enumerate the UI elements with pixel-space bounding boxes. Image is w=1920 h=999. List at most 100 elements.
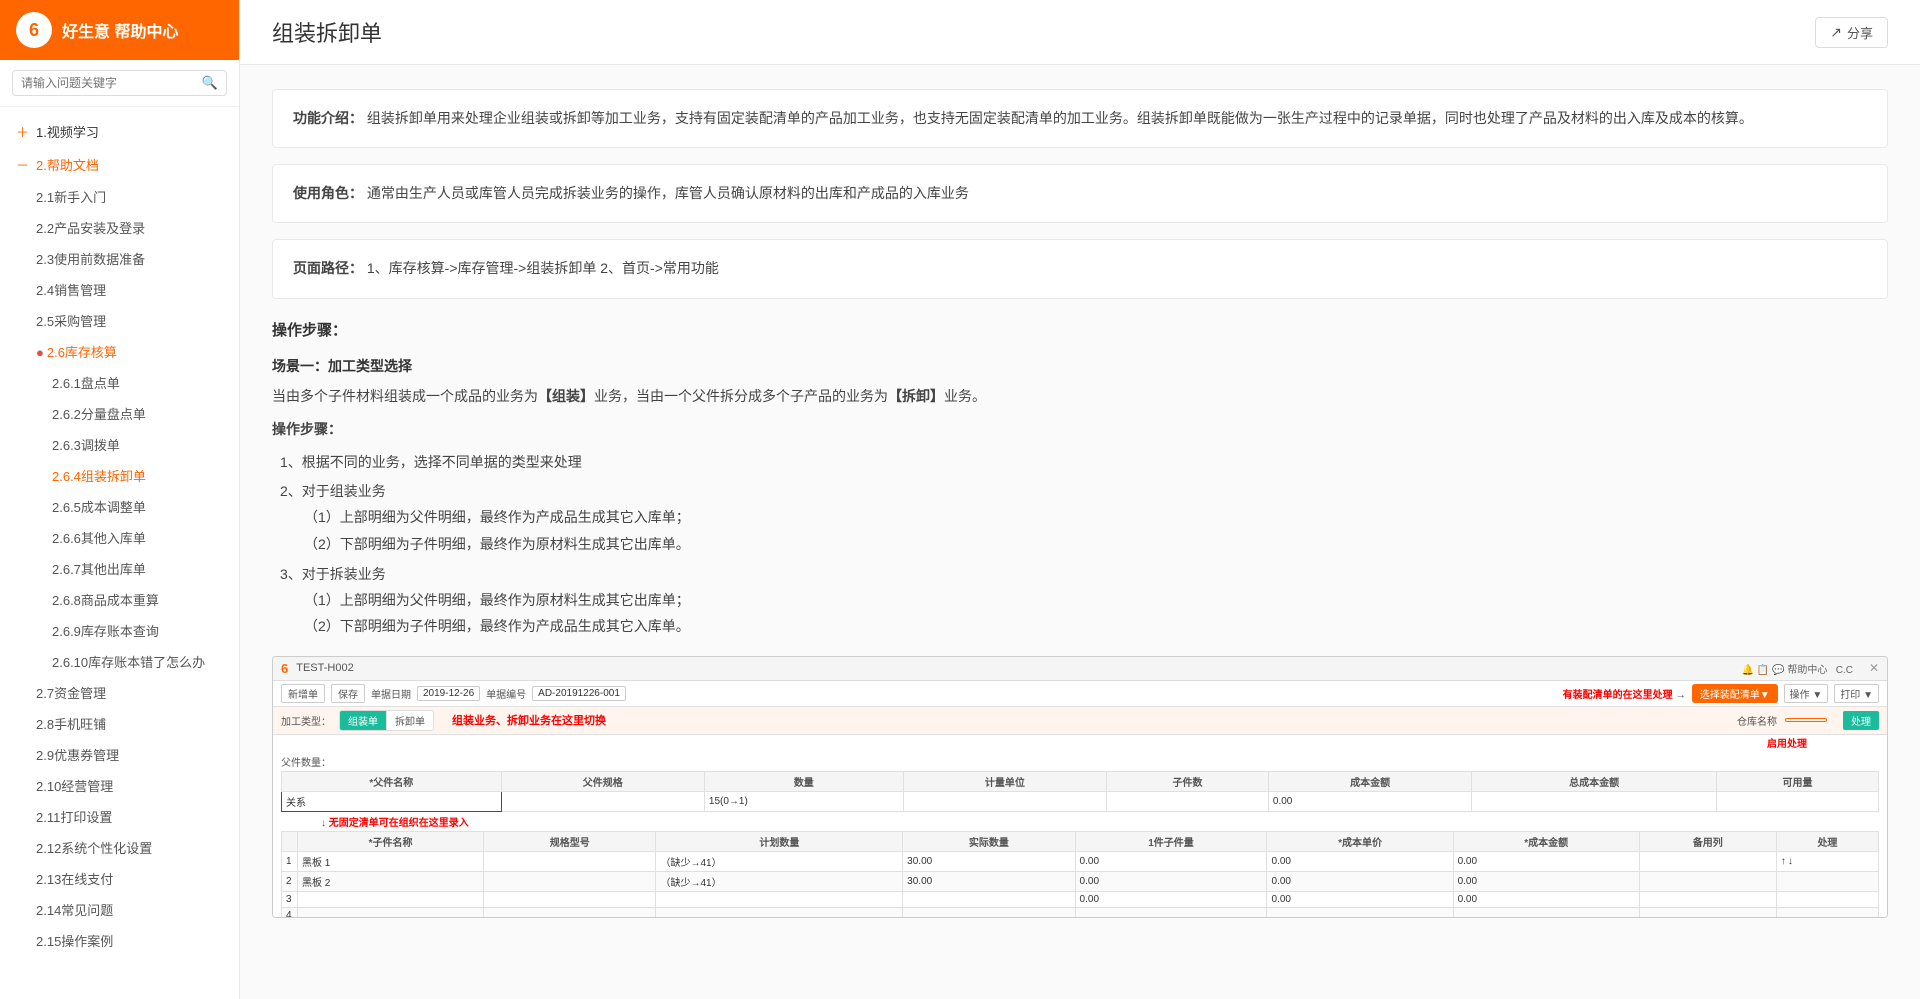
collapse-icon: －: [16, 155, 30, 174]
sidebar-item-2-6-5[interactable]: 2.6.5成本调整单: [0, 491, 239, 522]
sidebar-item-2-2[interactable]: 2.2产品安装及登录: [0, 212, 239, 243]
sidebar-item-2-14[interactable]: 2.14常见问题: [0, 894, 239, 925]
mock-lower-row-3: 30.000.000.00: [282, 891, 1879, 907]
sidebar-item-2-6[interactable]: ●2.6库存核算: [0, 336, 239, 367]
sidebar-item-2-1[interactable]: 2.1新手入门: [0, 181, 239, 212]
mock-titlebar-icons: 🔔 📋 💬 帮助中心 C.C: [1742, 661, 1853, 676]
mock-th-check: [282, 831, 298, 851]
mock-th2-6: *成本单价: [1267, 831, 1453, 851]
search-icon[interactable]: 🔍: [202, 75, 218, 91]
path-label: 页面路径：: [293, 260, 363, 276]
sidebar-item-2-6-6[interactable]: 2.6.6其他入库单: [0, 522, 239, 553]
screenshot-container: 6 TEST-H002 🔔 📋 💬 帮助中心 C.C ✕ 新增单 保存 单据日期…: [272, 656, 1888, 918]
mock-select-btn[interactable]: 选择装配清单▼: [1692, 684, 1778, 703]
sidebar-item-2-4[interactable]: 2.4销售管理: [0, 274, 239, 305]
mock-th2-2: 规格型号: [484, 831, 656, 851]
search-input-wrap[interactable]: 🔍: [12, 70, 227, 96]
mock-type-assemble[interactable]: 组装单: [340, 711, 386, 730]
mock-app-logo: 6: [281, 661, 288, 676]
sidebar-header: 6 好生意 帮助中心: [0, 0, 239, 60]
mock-type-switcher: 组装单 拆卸单: [339, 710, 434, 731]
scene1-steps-label: 操作步骤：: [272, 417, 1888, 442]
mock-no-label: 单据编号: [486, 686, 526, 701]
mock-close-icon: ✕: [1869, 661, 1879, 675]
mock-th-8: 可用量: [1717, 771, 1879, 791]
sidebar-item-2-3[interactable]: 2.3使用前数据准备: [0, 243, 239, 274]
mock-app-window: 6 TEST-H002 🔔 📋 💬 帮助中心 C.C ✕ 新增单 保存 单据日期…: [273, 657, 1887, 917]
mock-th2-7: *成本金额: [1453, 831, 1639, 851]
sidebar-item-label: 2.帮助文档: [36, 155, 99, 174]
role-text: 通常由生产人员或库管人员完成拆装业务的操作，库管人员确认原材料的出库和产成品的入…: [367, 185, 969, 201]
mock-upper-table: *父件名称 父件规格 数量 计量单位 子件数 成本金额 总成本金额 可用量: [281, 771, 1879, 812]
mock-titlebar: 6 TEST-H002 🔔 📋 💬 帮助中心 C.C ✕: [273, 657, 1887, 681]
sidebar-item-label: 1.视频学习: [36, 122, 99, 141]
sidebar-item-2-10[interactable]: 2.10经营管理: [0, 770, 239, 801]
mock-th-4: 计量单位: [903, 771, 1106, 791]
search-input[interactable]: [21, 76, 202, 90]
func-intro-text: 组装拆卸单用来处理企业组装或拆卸等加工业务，支持有固定装配清单的产品加工业务，也…: [367, 110, 1753, 126]
sidebar-item-2-6-9[interactable]: 2.6.9库存账本查询: [0, 615, 239, 646]
sidebar-item-2-6-8[interactable]: 2.6.8商品成本重算: [0, 584, 239, 615]
mock-print-btn[interactable]: 打印 ▼: [1834, 684, 1879, 703]
share-button[interactable]: ↗ 分享: [1815, 17, 1888, 48]
step2-text: 2、对于组装业务: [280, 479, 1888, 504]
mock-process-btn[interactable]: 处理: [1843, 711, 1879, 730]
sidebar-item-2-6-4[interactable]: 2.6.4组装拆卸单: [0, 460, 239, 491]
sidebar-item-2-7[interactable]: 2.7资金管理: [0, 677, 239, 708]
app-logo-text: 好生意 帮助中心: [62, 18, 178, 42]
mock-td-qty: 15(0→1): [704, 791, 903, 811]
mock-op-btn[interactable]: 操作 ▼: [1784, 684, 1829, 703]
sidebar-item-docs[interactable]: － 2.帮助文档: [0, 148, 239, 181]
scene1-step1: 1、根据不同的业务，选择不同单据的类型来处理 2、对于组装业务 （1）上部明细为…: [280, 450, 1888, 640]
sidebar-item-video[interactable]: ＋ 1.视频学习: [0, 115, 239, 148]
mock-td-subs: [1107, 791, 1269, 811]
mock-type-label: 加工类型：: [281, 713, 331, 728]
mock-th-7: 总成本金额: [1472, 771, 1717, 791]
sidebar-item-2-6-1[interactable]: 2.6.1盘点单: [0, 367, 239, 398]
mock-th2-1: *子件名称: [298, 831, 484, 851]
mock-td-spec: [501, 791, 704, 811]
screenshot-image: 6 TEST-H002 🔔 📋 💬 帮助中心 C.C ✕ 新增单 保存 单据日期…: [273, 657, 1887, 917]
page-title: 组装拆卸单: [272, 16, 382, 48]
share-icon: ↗: [1830, 24, 1842, 41]
scene1-desc: 当由多个子件材料组装成一个成品的业务为【组装】业务，当由一个父件拆分成多个子产品…: [272, 384, 1888, 409]
path-text: 1、库存核算->库存管理->组装拆卸单 2、首页->常用功能: [367, 260, 719, 276]
mock-th-3: 数量: [704, 771, 903, 791]
mock-warehouse-label: 仓库名称: [1737, 713, 1777, 728]
func-intro-block: 功能介绍： 组装拆卸单用来处理企业组装或拆卸等加工业务，支持有固定装配清单的产品…: [272, 89, 1888, 148]
mock-table-row: 关系 15(0→1) 0.00: [282, 791, 1879, 811]
sidebar-item-2-11[interactable]: 2.11打印设置: [0, 801, 239, 832]
mock-warehouse-input[interactable]: [1785, 718, 1827, 722]
mock-titlebar-id: TEST-H002: [296, 662, 353, 674]
sidebar-item-2-12[interactable]: 2.12系统个性化设置: [0, 832, 239, 863]
mock-annotation1-arrow: →: [1676, 690, 1686, 701]
mock-th2-3: 计划数量: [656, 831, 903, 851]
sidebar-item-2-6-7[interactable]: 2.6.7其他出库单: [0, 553, 239, 584]
role-block: 使用角色： 通常由生产人员或库管人员完成拆装业务的操作，库管人员确认原材料的出库…: [272, 164, 1888, 223]
step3-sub1: （1）上部明细为父件明细，最终作为原材料生成其它出库单；: [304, 587, 1888, 614]
sidebar-item-2-15[interactable]: 2.15操作案例: [0, 925, 239, 956]
mock-td-total: [1472, 791, 1717, 811]
sidebar-item-2-13[interactable]: 2.13在线支付: [0, 863, 239, 894]
sidebar-item-2-9[interactable]: 2.9优惠券管理: [0, 739, 239, 770]
sidebar-item-2-6-2[interactable]: 2.6.2分量盘点单: [0, 398, 239, 429]
step2-sub1: （1）上部明细为父件明细，最终作为产成品生成其它入库单；: [304, 504, 1888, 531]
sidebar-item-2-5[interactable]: 2.5采购管理: [0, 305, 239, 336]
mock-th2-4: 实际数量: [903, 831, 1075, 851]
nav-tree: ＋ 1.视频学习 － 2.帮助文档 2.1新手入门 2.2产品安装及登录 2.3…: [0, 107, 239, 999]
mock-td-avail: [1717, 791, 1879, 811]
sidebar-item-2-6-3[interactable]: 2.6.3调拨单: [0, 429, 239, 460]
mock-btn-new[interactable]: 新增单: [281, 684, 325, 703]
sidebar-item-2-6-10[interactable]: 2.6.10库存账本错了怎么办: [0, 646, 239, 677]
mock-btn-save[interactable]: 保存: [331, 684, 365, 703]
mock-th2-9: 处理: [1776, 831, 1878, 851]
expand-icon: ＋: [16, 122, 30, 141]
search-box: 🔍: [0, 60, 239, 107]
mock-subtoolbar: 加工类型： 组装单 拆卸单 组装业务、拆卸业务在这里切换 仓库名称 处理: [273, 707, 1887, 735]
mock-toolbar: 新增单 保存 单据日期 2019-12-26 单据编号 AD-20191226-…: [273, 681, 1887, 707]
mock-annotation3: 启用处理: [273, 735, 1887, 752]
mock-date-value: 2019-12-26: [417, 686, 480, 701]
mock-lower-row-1: 1黑板 1（缺少→41）30.000.000.000.00↑↓: [282, 851, 1879, 871]
sidebar-item-2-8[interactable]: 2.8手机旺铺: [0, 708, 239, 739]
mock-type-disassemble[interactable]: 拆卸单: [386, 711, 433, 730]
